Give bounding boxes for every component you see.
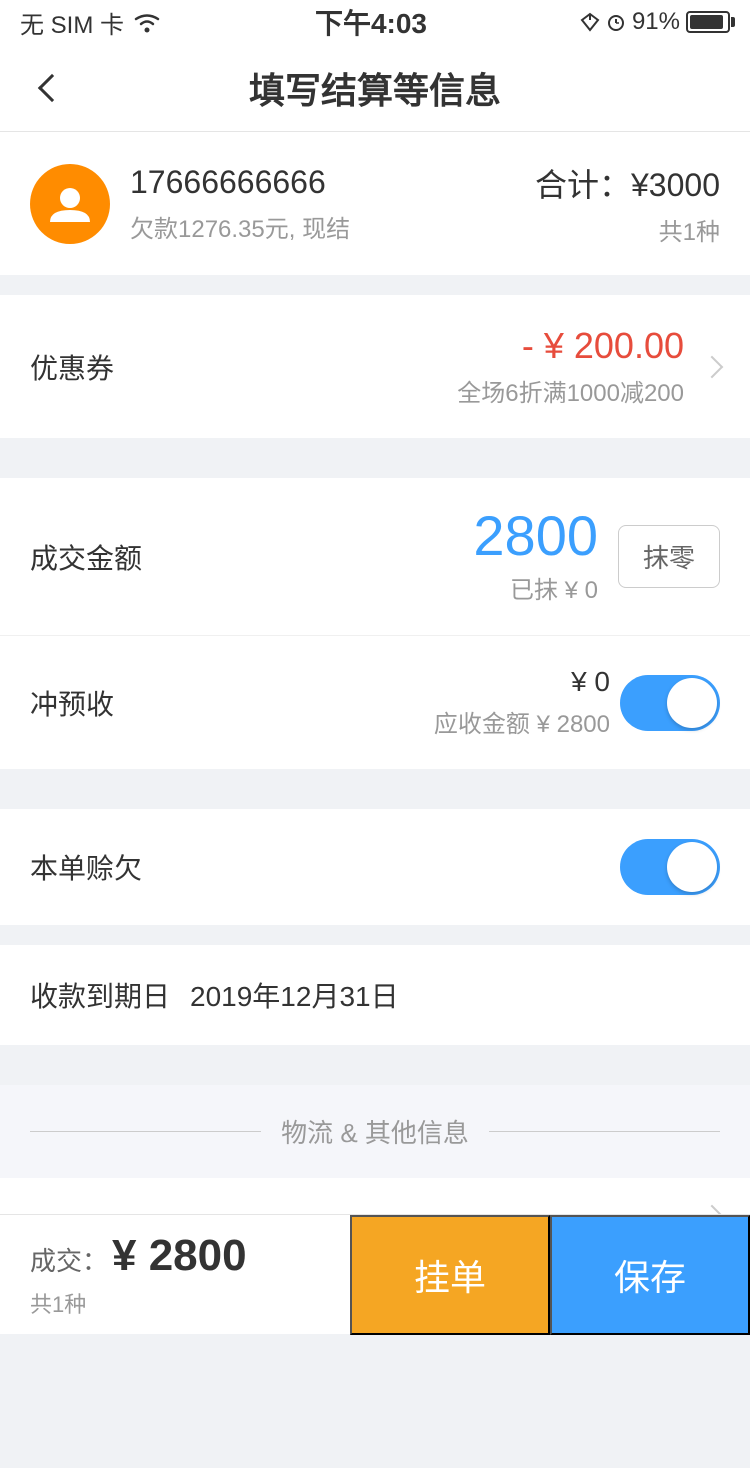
transaction-right: 2800 已抹 ¥ 0 抹零: [473, 508, 720, 605]
chevron-right-icon: [701, 355, 724, 378]
bottom-amount: ¥ 2800: [112, 1231, 247, 1281]
chong-amount: ¥ 0: [571, 666, 610, 698]
gray-divider-2: [0, 789, 750, 809]
coupon-discount: - ¥ 200.00: [522, 325, 684, 367]
customer-phone: 17666666666: [130, 164, 350, 201]
coupon-label: 优惠券: [30, 347, 114, 387]
chong-sub: 应收金额 ¥ 2800: [434, 704, 610, 739]
status-left: 无 SIM 卡: [20, 5, 162, 40]
bottom-bar: 成交： ¥ 2800 共1种 挂单 保存: [0, 1214, 750, 1334]
toggle-knob-2: [667, 842, 717, 892]
bottom-trans-label: 成交：: [30, 1241, 108, 1278]
nav-bar: 填写结算等信息: [0, 44, 750, 132]
hang-button[interactable]: 挂单: [350, 1215, 550, 1335]
chong-yushou-row: 冲预收 ¥ 0 应收金额 ¥ 2800: [0, 635, 750, 769]
due-date-value: 2019年12月31日: [190, 975, 399, 1015]
customer-total: 合计：¥3000 共1种: [535, 160, 720, 247]
battery-icon: [686, 11, 730, 33]
gray-divider-3: [0, 1065, 750, 1085]
ben-dan-section: 本单赊欠: [0, 809, 750, 925]
transaction-sub: 已抹 ¥ 0: [510, 570, 598, 605]
chong-right-group: ¥ 0 应收金额 ¥ 2800: [434, 666, 720, 739]
divider-line-right: [489, 1131, 720, 1132]
customer-sub: 欠款1276.35元, 现结: [130, 209, 350, 244]
coupon-description: 全场6折满1000减200: [457, 373, 684, 408]
wifi-icon: [132, 11, 162, 33]
round-button[interactable]: 抹零: [618, 525, 720, 588]
chong-yushou-label: 冲预收: [30, 683, 114, 723]
gray-divider-1: [0, 458, 750, 478]
page-title: 填写结算等信息: [249, 62, 501, 114]
transaction-label: 成交金额: [30, 537, 142, 577]
bottom-info: 成交： ¥ 2800 共1种: [0, 1231, 350, 1319]
customer-info: 17666666666 欠款1276.35元, 现结: [130, 164, 350, 244]
coupon-row[interactable]: 优惠券 - ¥ 200.00 全场6折满1000减200: [0, 295, 750, 438]
bottom-count: 共1种: [30, 1287, 320, 1319]
customer-row: 17666666666 欠款1276.35元, 现结 合计：¥3000 共1种: [0, 132, 750, 275]
ben-dan-label: 本单赊欠: [30, 847, 142, 887]
coupon-right: - ¥ 200.00 全场6折满1000减200: [457, 325, 720, 408]
toggle-knob: [667, 678, 717, 728]
divider-line-left: [30, 1131, 261, 1132]
user-avatar-icon: [46, 180, 94, 228]
logistics-label: 物流 & 其他信息: [281, 1113, 469, 1150]
status-right: 91%: [580, 8, 730, 36]
logistics-divider: 物流 & 其他信息: [0, 1085, 750, 1178]
chong-values: ¥ 0 应收金额 ¥ 2800: [434, 666, 610, 739]
bottom-spacer: [0, 1328, 750, 1468]
total-count: 共1种: [535, 212, 720, 247]
battery-percent: 91%: [632, 8, 680, 36]
coupon-value-group: - ¥ 200.00 全场6折满1000减200: [457, 325, 684, 408]
carrier-text: 无 SIM 卡: [20, 5, 124, 40]
due-date-section: 收款到期日 2019年12月31日: [0, 945, 750, 1045]
amount-group: 2800 已抹 ¥ 0: [473, 508, 598, 605]
location-icon: [580, 12, 600, 32]
ben-dan-toggle[interactable]: [620, 839, 720, 895]
back-button[interactable]: [30, 66, 74, 110]
battery-fill: [690, 15, 723, 29]
due-date-label: 收款到期日: [30, 975, 170, 1015]
transaction-section: 成交金额 2800 已抹 ¥ 0 抹零 冲预收 ¥ 0 应收金额 ¥ 2800: [0, 478, 750, 769]
total-amount: 合计：¥3000: [535, 160, 720, 206]
customer-left: 17666666666 欠款1276.35元, 现结: [30, 164, 350, 244]
transaction-amount-row: 成交金额 2800 已抹 ¥ 0 抹零: [0, 478, 750, 635]
alarm-icon: [606, 12, 626, 32]
chong-toggle[interactable]: [620, 675, 720, 731]
coupon-section: 优惠券 - ¥ 200.00 全场6折满1000减200: [0, 295, 750, 438]
back-arrow-icon: [38, 73, 66, 101]
transaction-amount: 2800: [473, 508, 598, 564]
status-time: 下午4:03: [315, 2, 427, 42]
due-date-row: 收款到期日 2019年12月31日: [0, 945, 750, 1045]
avatar: [30, 164, 110, 244]
status-bar: 无 SIM 卡 下午4:03 91%: [0, 0, 750, 44]
ben-dan-row: 本单赊欠: [0, 809, 750, 925]
save-button[interactable]: 保存: [550, 1215, 750, 1335]
